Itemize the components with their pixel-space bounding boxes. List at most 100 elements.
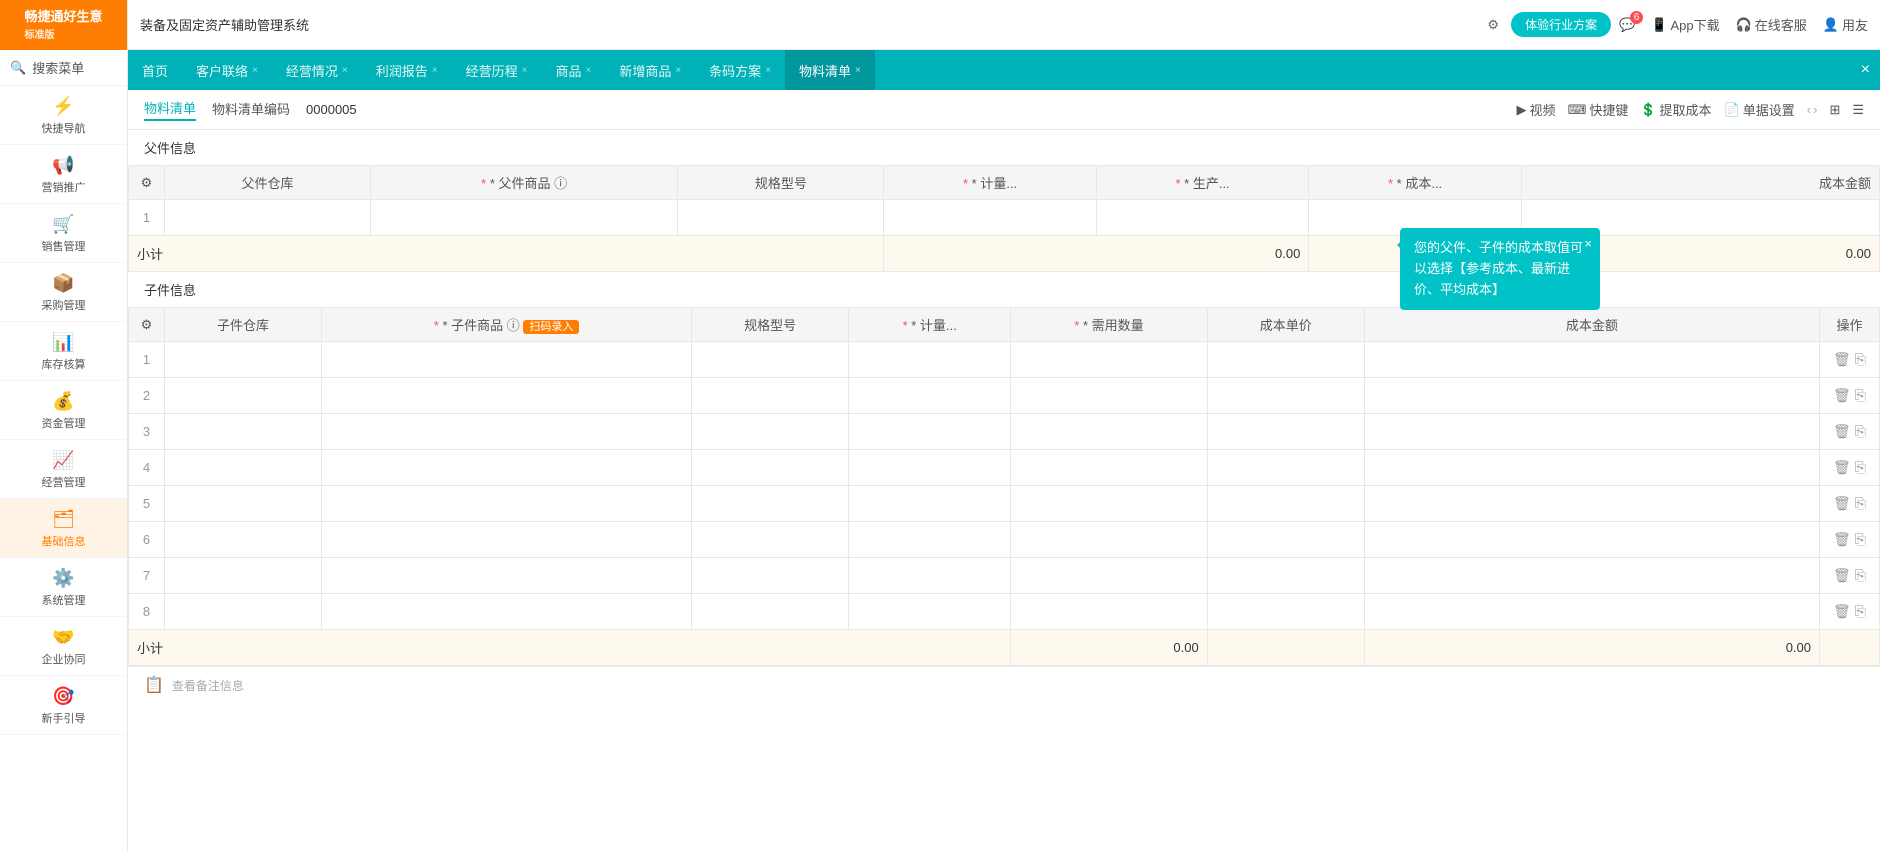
tab-customers-close[interactable]: × <box>252 65 258 76</box>
online-support-link[interactable]: 🎧 在线客服 <box>1736 15 1807 34</box>
child-unit-cell[interactable] <box>849 594 1011 630</box>
child-unit-cost-cell[interactable] <box>1207 594 1364 630</box>
child-quantity-cell[interactable] <box>1011 486 1208 522</box>
tab-bom-close[interactable]: × <box>855 65 861 76</box>
child-quantity-cell[interactable] <box>1011 558 1208 594</box>
child-unit-cost-cell[interactable] <box>1207 414 1364 450</box>
parent-prod-cell[interactable] <box>1096 200 1309 236</box>
tab-operations-close[interactable]: × <box>342 65 348 76</box>
child-spec-cell[interactable] <box>692 342 849 378</box>
copy-row-button[interactable]: ⎘ <box>1855 423 1866 440</box>
user-avatar[interactable]: 👤 用友 <box>1823 15 1868 34</box>
child-unit-cell[interactable] <box>849 558 1011 594</box>
notification-bell[interactable]: 💬 6 <box>1619 17 1635 33</box>
child-goods-cell[interactable] <box>322 342 692 378</box>
tab-operations[interactable]: 经营情况 × <box>272 50 362 90</box>
child-warehouse-cell[interactable] <box>165 594 322 630</box>
child-warehouse-cell[interactable] <box>165 558 322 594</box>
tab-goods[interactable]: 商品 × <box>541 50 605 90</box>
tooltip-close-button[interactable]: × <box>1584 234 1592 255</box>
tab-customers[interactable]: 客户联络 × <box>182 50 272 90</box>
child-warehouse-cell[interactable] <box>165 486 322 522</box>
sidebar-item-system[interactable]: ⚙️ 系统管理 <box>0 558 127 617</box>
single-settings-action[interactable]: 📄 单据设置 <box>1724 100 1795 119</box>
child-warehouse-cell[interactable] <box>165 342 322 378</box>
child-unit-cost-cell[interactable] <box>1207 522 1364 558</box>
app-download-link[interactable]: 📱 App下载 <box>1651 15 1719 34</box>
copy-row-button[interactable]: ⎘ <box>1855 387 1866 404</box>
child-warehouse-cell[interactable] <box>165 414 322 450</box>
parent-goods-cell[interactable] <box>370 200 677 236</box>
copy-row-button[interactable]: ⎘ <box>1855 351 1866 368</box>
shortcut-action[interactable]: ⌨ 快捷键 <box>1568 100 1629 119</box>
tab-bom[interactable]: 物料清单 × <box>785 50 875 90</box>
tab-barcode[interactable]: 条码方案 × <box>695 50 785 90</box>
child-goods-cell[interactable] <box>322 594 692 630</box>
child-spec-cell[interactable] <box>692 558 849 594</box>
child-unit-cost-cell[interactable] <box>1207 378 1364 414</box>
prev-arrow[interactable]: ‹ <box>1807 102 1811 117</box>
child-unit-cell[interactable] <box>849 486 1011 522</box>
child-goods-cell[interactable] <box>322 378 692 414</box>
tab-goods-close[interactable]: × <box>585 65 591 76</box>
child-unit-cell[interactable] <box>849 450 1011 486</box>
tab-new-goods[interactable]: 新增商品 × <box>605 50 695 90</box>
next-arrow[interactable]: › <box>1813 102 1817 117</box>
delete-row-button[interactable]: 🗑 <box>1833 495 1851 512</box>
sidebar-item-basic-info[interactable]: 🗂 基础信息 <box>0 499 127 558</box>
grid-view-icon[interactable]: ⊞ <box>1829 102 1840 118</box>
tab-new-goods-close[interactable]: × <box>675 65 681 76</box>
copy-row-button[interactable]: ⎘ <box>1855 495 1866 512</box>
child-unit-cost-cell[interactable] <box>1207 342 1364 378</box>
sidebar-item-purchase[interactable]: 📦 采购管理 <box>0 263 127 322</box>
delete-row-button[interactable]: 🗑 <box>1833 387 1851 404</box>
child-quantity-cell[interactable] <box>1011 450 1208 486</box>
child-quantity-cell[interactable] <box>1011 414 1208 450</box>
child-spec-cell[interactable] <box>692 594 849 630</box>
sidebar-search[interactable]: 🔍 搜索菜单 <box>0 50 127 86</box>
sidebar-item-sales[interactable]: 🛒 销售管理 <box>0 204 127 263</box>
child-quantity-cell[interactable] <box>1011 594 1208 630</box>
child-spec-cell[interactable] <box>692 522 849 558</box>
tab-history-close[interactable]: × <box>522 65 528 76</box>
child-spec-cell[interactable] <box>692 414 849 450</box>
copy-row-button[interactable]: ⎘ <box>1855 531 1866 548</box>
child-unit-cell[interactable] <box>849 414 1011 450</box>
list-view-icon[interactable]: ☰ <box>1852 102 1864 118</box>
sidebar-item-operations[interactable]: 📈 经营管理 <box>0 440 127 499</box>
delete-row-button[interactable]: 🗑 <box>1833 423 1851 440</box>
child-spec-cell[interactable] <box>692 378 849 414</box>
child-goods-cell[interactable] <box>322 486 692 522</box>
copy-row-button[interactable]: ⎘ <box>1855 603 1866 620</box>
parent-warehouse-cell[interactable] <box>165 200 371 236</box>
settings-icon[interactable]: ⚙ <box>1487 17 1499 33</box>
sidebar-item-inventory[interactable]: 📊 库存核算 <box>0 322 127 381</box>
parent-spec-cell[interactable] <box>678 200 884 236</box>
scan-badge[interactable]: 扫码录入 <box>523 320 579 334</box>
child-quantity-cell[interactable] <box>1011 378 1208 414</box>
child-warehouse-cell[interactable] <box>165 378 322 414</box>
parent-unit-cell[interactable] <box>884 200 1097 236</box>
child-unit-cell[interactable] <box>849 342 1011 378</box>
notes-icon[interactable]: 📋 <box>144 675 164 695</box>
sub-tab-bom-code[interactable]: 物料清单编码 <box>212 99 290 120</box>
child-unit-cost-cell[interactable] <box>1207 558 1364 594</box>
child-goods-cell[interactable] <box>322 558 692 594</box>
sidebar-item-enterprise[interactable]: 🤝 企业协同 <box>0 617 127 676</box>
child-unit-cell[interactable] <box>849 378 1011 414</box>
child-unit-cell[interactable] <box>849 522 1011 558</box>
close-all-tabs[interactable]: × <box>1851 61 1880 79</box>
child-quantity-cell[interactable] <box>1011 522 1208 558</box>
child-col-settings[interactable]: ⚙ <box>129 308 165 342</box>
tab-profit-close[interactable]: × <box>432 65 438 76</box>
delete-row-button[interactable]: 🗑 <box>1833 459 1851 476</box>
view-action[interactable]: ▶ 视频 <box>1517 100 1556 119</box>
delete-row-button[interactable]: 🗑 <box>1833 603 1851 620</box>
delete-row-button[interactable]: 🗑 <box>1833 351 1851 368</box>
delete-row-button[interactable]: 🗑 <box>1833 567 1851 584</box>
extract-cost-action[interactable]: 💲 提取成本 <box>1640 100 1711 119</box>
sub-tab-bom[interactable]: 物料清单 <box>144 98 196 121</box>
sidebar-item-marketing[interactable]: 📢 营销推广 <box>0 145 127 204</box>
delete-row-button[interactable]: 🗑 <box>1833 531 1851 548</box>
copy-row-button[interactable]: ⎘ <box>1855 567 1866 584</box>
